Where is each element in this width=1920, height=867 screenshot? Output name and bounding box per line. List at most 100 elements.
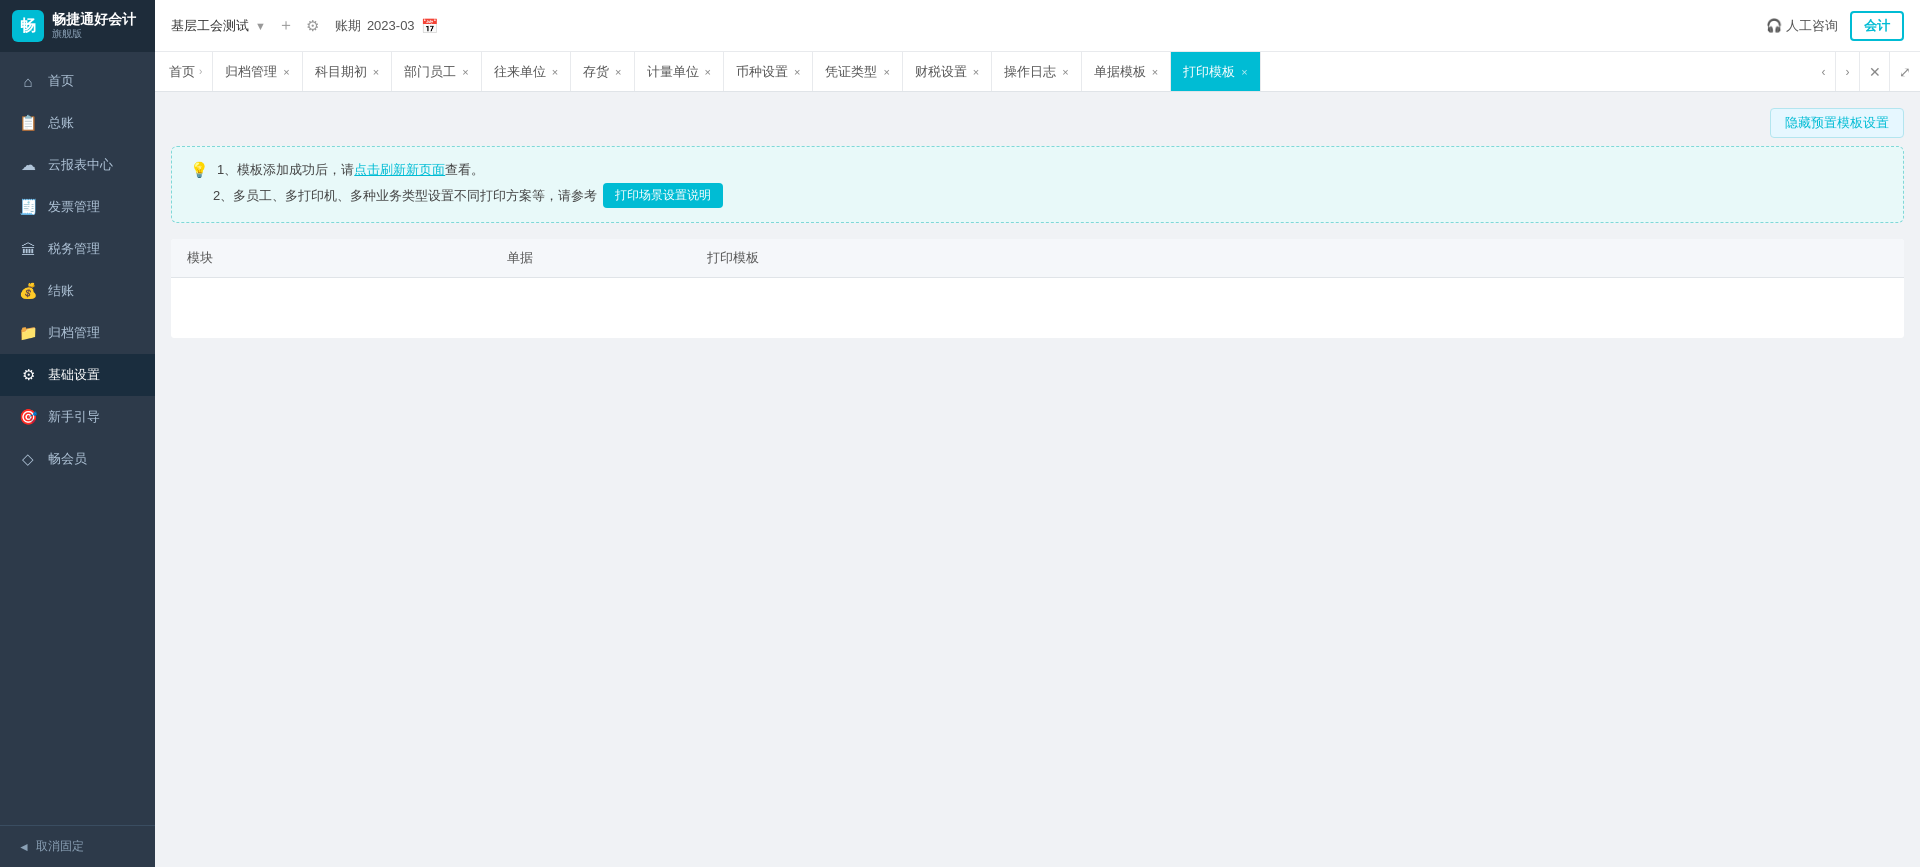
sidebar-label-home: 首页 <box>48 72 74 90</box>
tab-home-label: 首页 <box>169 63 195 81</box>
tab-single[interactable]: 单据模板× <box>1082 52 1171 92</box>
sidebar-label-tax: 税务管理 <box>48 240 100 258</box>
tab-label-measure: 计量单位 <box>647 63 699 81</box>
add-company-icon[interactable]: ＋ <box>278 15 294 36</box>
tab-close-partner[interactable]: × <box>552 66 558 78</box>
company-dropdown-icon: ▼ <box>255 20 266 32</box>
sidebar-item-archive[interactable]: 📁 归档管理 <box>0 312 155 354</box>
sidebar-item-guide[interactable]: 🎯 新手引导 <box>0 396 155 438</box>
tab-close-all-button[interactable]: ✕ <box>1860 52 1890 92</box>
bulb-icon: 💡 <box>190 161 209 179</box>
col-template-header: 打印模板 <box>691 249 1904 267</box>
tab-close-measure[interactable]: × <box>705 66 711 78</box>
tab-fiscal[interactable]: 财税设置 × <box>903 52 992 92</box>
print-template-table: 模块 单据 打印模板 <box>171 239 1904 338</box>
tab-close-voucher[interactable]: × <box>883 66 889 78</box>
logo-title: 畅捷通好会计 <box>52 11 136 28</box>
sidebar-item-reports[interactable]: ☁ 云报表中心 <box>0 144 155 186</box>
tab-close-print[interactable]: × <box>1241 66 1247 78</box>
sidebar-label-member: 畅会员 <box>48 450 87 468</box>
sidebar-item-member[interactable]: ◇ 畅会员 <box>0 438 155 480</box>
info-row-1: 💡 1、模板添加成功后，请 点击刷新新页面 查看。 <box>190 161 1885 179</box>
info-line1-pre: 1、模板添加成功后，请 <box>217 161 354 179</box>
service-label: 人工咨询 <box>1786 17 1838 35</box>
sidebar-item-invoices[interactable]: 🧾 发票管理 <box>0 186 155 228</box>
tab-home[interactable]: 首页 › <box>155 52 213 92</box>
service-button[interactable]: 🎧 人工咨询 <box>1766 17 1838 35</box>
sidebar-icon-archive: 📁 <box>18 323 38 343</box>
tab-label-subject: 科目期初 <box>315 63 367 81</box>
sidebar-label-invoices: 发票管理 <box>48 198 100 216</box>
main-area: 基层工会测试 ▼ ＋ ⚙ 账期 2023-03 📅 🎧 人工咨询 会计 首页 ›… <box>155 0 1920 867</box>
tab-currency[interactable]: 币种设置× <box>724 52 813 92</box>
sidebar-label-settlement: 结账 <box>48 282 74 300</box>
tab-partner[interactable]: 往来单位 × <box>482 52 571 92</box>
sidebar-icon-guide: 🎯 <box>18 407 38 427</box>
sidebar-unpin-footer[interactable]: ◄ 取消固定 <box>0 825 155 867</box>
sidebar-item-tax[interactable]: 🏛 税务管理 <box>0 228 155 270</box>
hide-preview-button[interactable]: 隐藏预置模板设置 <box>1770 108 1904 138</box>
tab-label-partner: 往来单位 <box>494 63 546 81</box>
topbar-right: 🎧 人工咨询 会计 <box>1766 11 1904 41</box>
sidebar-item-home[interactable]: ⌂ 首页 <box>0 60 155 102</box>
sidebar-item-ledger[interactable]: 📋 总账 <box>0 102 155 144</box>
table-body <box>171 278 1904 338</box>
info-banner: 💡 1、模板添加成功后，请 点击刷新新页面 查看。 2、多员工、多打印机、多种业… <box>171 146 1904 223</box>
settings-icon[interactable]: ⚙ <box>306 17 319 35</box>
headset-icon: 🎧 <box>1766 18 1782 33</box>
tab-label-dept: 部门员工 <box>404 63 456 81</box>
info-line2-pre: 2、多员工、多打印机、多种业务类型设置不同打印方案等，请参考 <box>213 187 597 205</box>
tab-label-archive: 归档管理 <box>225 63 277 81</box>
tab-close-currency[interactable]: × <box>794 66 800 78</box>
sidebar-item-settlement[interactable]: 💰 结账 <box>0 270 155 312</box>
tab-close-oplog[interactable]: × <box>1062 66 1068 78</box>
info-line1-post: 查看。 <box>445 161 484 179</box>
sidebar-icon-home: ⌂ <box>18 71 38 91</box>
sidebar-label-reports: 云报表中心 <box>48 156 113 174</box>
tab-voucher[interactable]: 凭证类型× <box>813 52 902 92</box>
period-display: 账期 2023-03 📅 <box>335 17 438 35</box>
sidebar-logo: 畅 畅捷通好会计 旗舰版 <box>0 0 155 52</box>
tab-prev-button[interactable]: ‹ <box>1812 52 1836 92</box>
tab-inventory[interactable]: 存货× <box>571 52 634 92</box>
tab-label-oplog: 操作日志 <box>1004 63 1056 81</box>
tab-measure[interactable]: 计量单位 × <box>635 52 724 92</box>
sidebar-label-ledger: 总账 <box>48 114 74 132</box>
tab-label-fiscal: 财税设置 <box>915 63 967 81</box>
sidebar-icon-tax: 🏛 <box>18 239 38 259</box>
tab-oplog[interactable]: 操作日志 × <box>992 52 1081 92</box>
tab-subject[interactable]: 科目期初 × <box>303 52 392 92</box>
print-scene-button[interactable]: 打印场景设置说明 <box>603 183 723 208</box>
sidebar-nav: ⌂ 首页 📋 总账 ☁ 云报表中心 🧾 发票管理 🏛 税务管理 💰 结账 📁 归… <box>0 52 155 825</box>
tab-close-inventory[interactable]: × <box>615 66 621 78</box>
info-refresh-link[interactable]: 点击刷新新页面 <box>354 161 445 179</box>
tab-next-button[interactable]: › <box>1836 52 1860 92</box>
tab-expand-button[interactable]: ⤢ <box>1890 52 1920 92</box>
tab-close-fiscal[interactable]: × <box>973 66 979 78</box>
sidebar-icon-basic: ⚙ <box>18 365 38 385</box>
tab-close-single[interactable]: × <box>1152 66 1158 78</box>
sidebar-icon-ledger: 📋 <box>18 113 38 133</box>
sidebar-label-archive: 归档管理 <box>48 324 100 342</box>
sidebar-item-basic[interactable]: ⚙ 基础设置 <box>0 354 155 396</box>
kuaiji-button[interactable]: 会计 <box>1850 11 1904 41</box>
tab-label-print: 打印模板 <box>1183 63 1235 81</box>
tab-close-subject[interactable]: × <box>373 66 379 78</box>
tab-dept[interactable]: 部门员工 × <box>392 52 481 92</box>
sidebar: 畅 畅捷通好会计 旗舰版 ⌂ 首页 📋 总账 ☁ 云报表中心 🧾 发票管理 🏛 … <box>0 0 155 867</box>
unpin-icon: ◄ <box>18 840 30 854</box>
tab-close-archive[interactable]: × <box>283 66 289 78</box>
logo-subtitle: 旗舰版 <box>52 27 136 41</box>
sidebar-label-basic: 基础设置 <box>48 366 100 384</box>
topbar: 基层工会测试 ▼ ＋ ⚙ 账期 2023-03 📅 🎧 人工咨询 会计 <box>155 0 1920 52</box>
company-selector[interactable]: 基层工会测试 ▼ <box>171 17 266 35</box>
hide-preview-wrapper: 隐藏预置模板设置 <box>171 108 1904 138</box>
tab-archive[interactable]: 归档管理 × <box>213 52 302 92</box>
tab-print[interactable]: 打印模板 × <box>1171 52 1260 92</box>
sidebar-label-guide: 新手引导 <box>48 408 100 426</box>
tab-close-dept[interactable]: × <box>462 66 468 78</box>
table-header: 模块 单据 打印模板 <box>171 239 1904 278</box>
period-value: 2023-03 <box>367 18 415 33</box>
calendar-icon[interactable]: 📅 <box>421 18 438 34</box>
content-area: 隐藏预置模板设置 💡 1、模板添加成功后，请 点击刷新新页面 查看。 2、多员工… <box>155 92 1920 867</box>
